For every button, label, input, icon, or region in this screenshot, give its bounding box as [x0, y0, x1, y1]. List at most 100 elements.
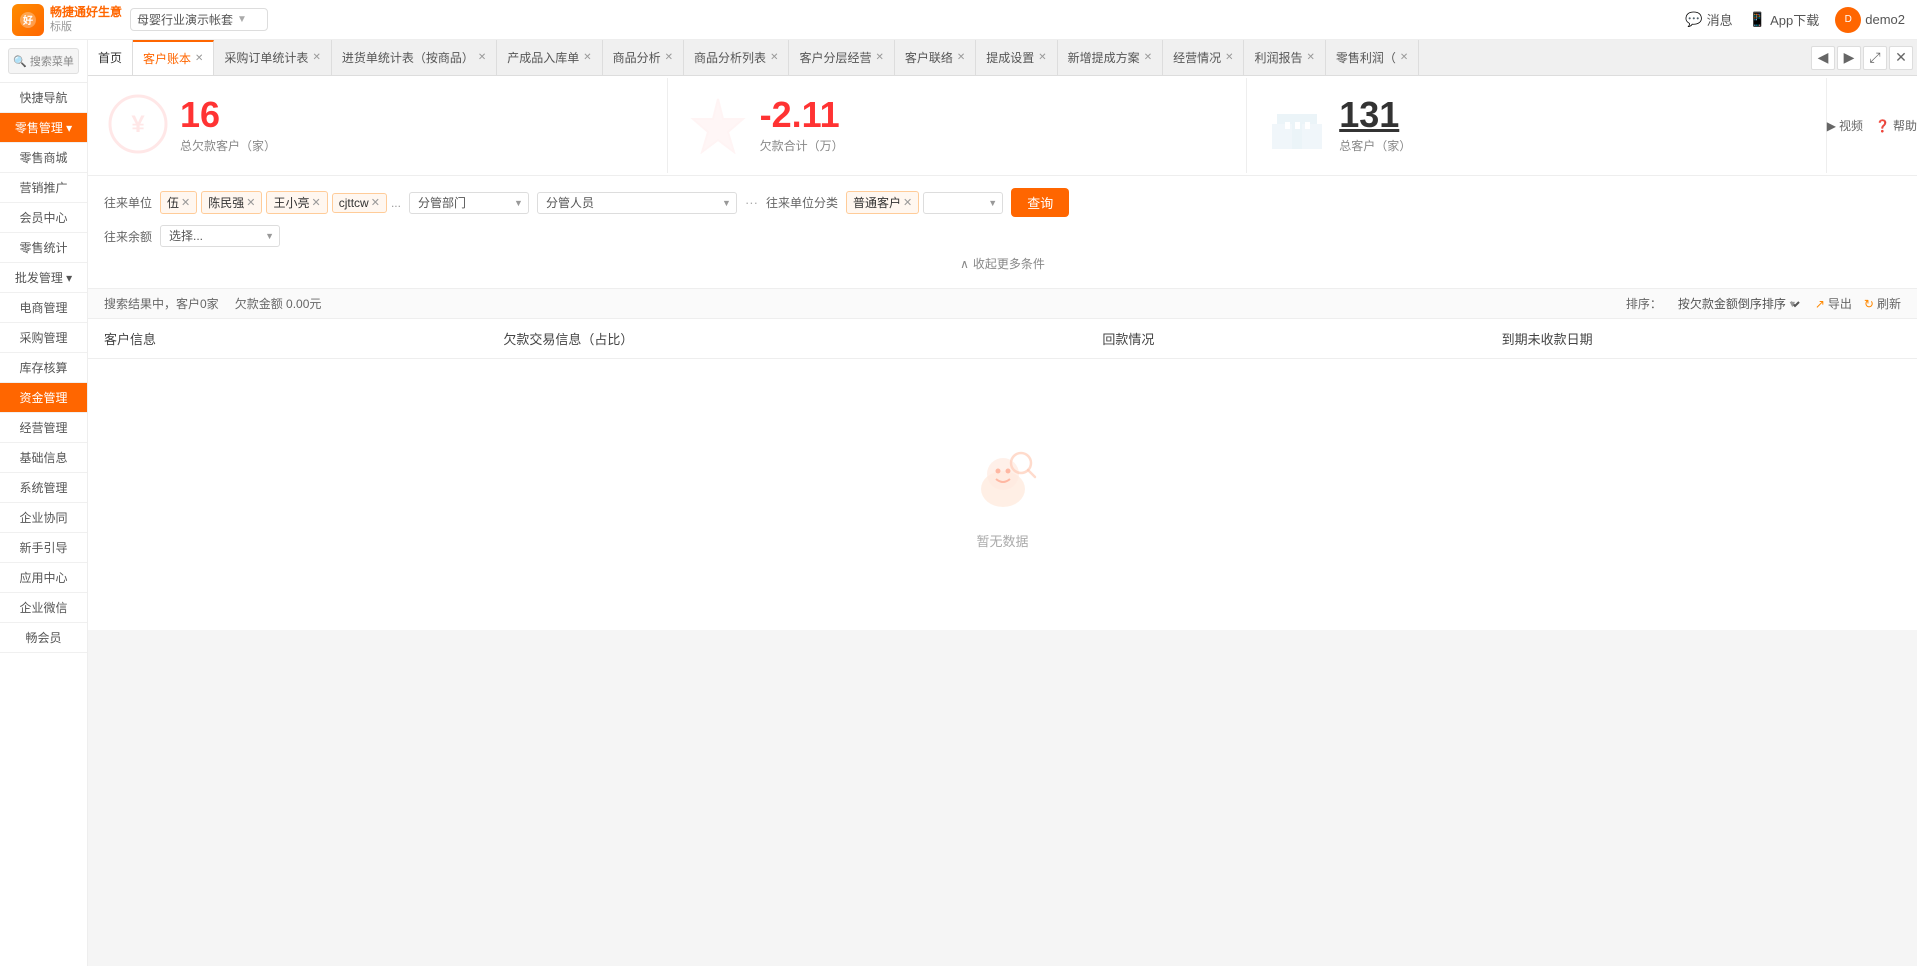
- dept-select-wrapper: 分管部门: [409, 192, 529, 214]
- collapse-button[interactable]: ∧ 收起更多条件: [960, 255, 1045, 272]
- tab-close-icon[interactable]: ✕: [957, 52, 965, 63]
- tab-purchase-order[interactable]: 采购订单统计表 ✕: [214, 40, 331, 76]
- remove-tag-wu[interactable]: ✕: [181, 196, 190, 209]
- tab-close-icon[interactable]: ✕: [1307, 52, 1315, 63]
- person-select[interactable]: 分管人员: [537, 192, 737, 214]
- export-button[interactable]: ↗ 导出: [1815, 295, 1852, 312]
- tab-maximize[interactable]: ⤢: [1863, 46, 1887, 70]
- filter-tag-wangxiaoliang[interactable]: 王小亮 ✕: [266, 191, 327, 214]
- tab-customer-tier[interactable]: 客户分层经营 ✕: [789, 40, 894, 76]
- sidebar-item-finance[interactable]: 资金管理: [0, 383, 87, 413]
- filter-tag-cjttcw[interactable]: cjttcw ✕: [332, 193, 387, 213]
- tab-scroll-left[interactable]: ◀: [1811, 46, 1835, 70]
- sidebar-item-ecommerce[interactable]: 电商管理: [0, 293, 87, 323]
- filter-row-2: 往来余额 选择...: [104, 225, 1901, 247]
- tab-add-commission[interactable]: 新增提成方案 ✕: [1058, 40, 1163, 76]
- filter-more-tags[interactable]: ...: [391, 196, 401, 210]
- person-select-wrapper: 分管人员: [537, 192, 737, 214]
- nav-tabs: 首页 客户账本 ✕ 采购订单统计表 ✕ 进货单统计表（按商品） ✕ 产成品入库单…: [88, 40, 1917, 76]
- sidebar-item-enterprise-wechat[interactable]: 企业微信: [0, 593, 87, 623]
- unit-class-select-wrapper: [923, 192, 1003, 214]
- top-bar: 好 畅捷通好生意 标版 母婴行业演示帐套 ▼ 💬 消息 📱 App下载 D de…: [0, 0, 1917, 40]
- sidebar-item-app-center[interactable]: 应用中心: [0, 563, 87, 593]
- balance-select-wrapper: 选择...: [160, 225, 280, 247]
- svg-text:好: 好: [22, 14, 33, 27]
- tab-close-icon[interactable]: ✕: [1225, 52, 1233, 63]
- tab-close-icon[interactable]: ✕: [312, 52, 320, 63]
- remove-tag-chenminqiang[interactable]: ✕: [246, 196, 255, 209]
- tab-close-all[interactable]: ✕: [1889, 46, 1913, 70]
- filter-tag-normal-customer[interactable]: 普通客户 ✕: [846, 191, 919, 214]
- sidebar-item-system[interactable]: 系统管理: [0, 473, 87, 503]
- refresh-button[interactable]: ↻ 刷新: [1864, 295, 1901, 312]
- tab-operations[interactable]: 经营情况 ✕: [1163, 40, 1244, 76]
- person-select-more[interactable]: ···: [745, 195, 758, 210]
- dept-select[interactable]: 分管部门: [409, 192, 529, 214]
- remove-tag-cjttcw[interactable]: ✕: [371, 196, 380, 209]
- tab-product-analysis-list[interactable]: 商品分析列表 ✕: [684, 40, 789, 76]
- tab-production-receipt[interactable]: 产成品入库单 ✕: [497, 40, 602, 76]
- sidebar-item-operations-mgmt[interactable]: 经营管理: [0, 413, 87, 443]
- filter-area: 往来单位 伍 ✕ 陈民强 ✕ 王小亮 ✕ cjttcw ✕ ...: [88, 176, 1917, 289]
- remove-tag-normal-customer[interactable]: ✕: [903, 196, 912, 209]
- help-button[interactable]: ❓ 帮助: [1875, 117, 1917, 134]
- search-menu-button[interactable]: 🔍 搜索菜单: [8, 48, 79, 74]
- unit-class-select[interactable]: [923, 192, 1003, 214]
- stat-total-debt-amount: -2.11 欠款合计（万）: [668, 78, 1248, 173]
- nav-tabs-actions: ◀ ▶ ⤢ ✕: [1811, 46, 1917, 70]
- tab-close-icon[interactable]: ✕: [1400, 52, 1408, 63]
- tab-close-icon[interactable]: ✕: [478, 52, 486, 63]
- stat-text-debt-amount: -2.11 欠款合计（万）: [760, 97, 844, 154]
- tab-profit-report[interactable]: 利润报告 ✕: [1244, 40, 1325, 76]
- sidebar-item-newbie-guide[interactable]: 新手引导: [0, 533, 87, 563]
- sidebar-item-purchase[interactable]: 采购管理: [0, 323, 87, 353]
- tab-customer-ledger[interactable]: 客户账本 ✕: [133, 40, 214, 76]
- tab-scroll-right[interactable]: ▶: [1837, 46, 1861, 70]
- sidebar-item-inventory[interactable]: 库存核算: [0, 353, 87, 383]
- results-actions: 排序： 按欠款金额倒序排序 ↗ 导出 ↻ 刷新: [1626, 295, 1901, 312]
- sidebar-quick-nav[interactable]: 快捷导航: [0, 83, 87, 113]
- tab-close-icon[interactable]: ✕: [1144, 52, 1152, 63]
- tab-retail-profit[interactable]: 零售利润（ ✕: [1326, 40, 1419, 76]
- message-button[interactable]: 💬 消息: [1685, 10, 1732, 29]
- sidebar-item-basic-info[interactable]: 基础信息: [0, 443, 87, 473]
- tab-inventory-stats[interactable]: 进货单统计表（按商品） ✕: [332, 40, 497, 76]
- sidebar-item-wholesale[interactable]: 批发管理 ▾: [0, 263, 87, 293]
- sort-select[interactable]: 按欠款金额倒序排序: [1674, 296, 1803, 312]
- app-download-button[interactable]: 📱 App下载: [1749, 10, 1820, 29]
- tab-commission-settings[interactable]: 提成设置 ✕: [976, 40, 1057, 76]
- tab-close-icon[interactable]: ✕: [195, 53, 203, 64]
- tab-close-icon[interactable]: ✕: [583, 52, 591, 63]
- filter-row-1: 往来单位 伍 ✕ 陈民强 ✕ 王小亮 ✕ cjttcw ✕ ...: [104, 188, 1901, 217]
- tab-close-icon[interactable]: ✕: [770, 52, 778, 63]
- balance-select[interactable]: 选择...: [160, 225, 280, 247]
- sidebar-item-chang-member[interactable]: 畅会员: [0, 623, 87, 653]
- tab-close-icon[interactable]: ✕: [1038, 52, 1046, 63]
- sidebar-item-retail-management[interactable]: 零售管理 ▾: [0, 113, 87, 143]
- industry-select[interactable]: 母婴行业演示帐套 ▼: [130, 8, 268, 31]
- tab-close-icon[interactable]: ✕: [665, 52, 673, 63]
- video-button[interactable]: ▶ 视频: [1827, 117, 1863, 134]
- stat-total-debt-customers: ¥ 16 总欠款客户（家）: [88, 78, 668, 173]
- filter-tag-chenminqiang[interactable]: 陈民强 ✕: [201, 191, 262, 214]
- user-menu[interactable]: D demo2: [1835, 7, 1905, 33]
- tab-home[interactable]: 首页: [88, 40, 133, 76]
- tab-product-analysis[interactable]: 商品分析 ✕: [603, 40, 684, 76]
- search-icon: 🔍: [13, 56, 30, 68]
- remove-tag-wangxiaoliang[interactable]: ✕: [312, 196, 321, 209]
- sidebar-item-retail-stats[interactable]: 零售统计: [0, 233, 87, 263]
- sidebar-item-marketing[interactable]: 营销推广: [0, 173, 87, 203]
- tab-close-icon[interactable]: ✕: [875, 52, 883, 63]
- sidebar-item-member-center[interactable]: 会员中心: [0, 203, 87, 233]
- logo-text: 畅捷通好生意 标版: [50, 5, 122, 35]
- stat-icon-cross: [688, 94, 748, 157]
- stat-icon-building: [1267, 94, 1327, 157]
- filter-tag-wu[interactable]: 伍 ✕: [160, 191, 197, 214]
- query-button[interactable]: 查询: [1011, 188, 1069, 217]
- sidebar: 🔍 搜索菜单 快捷导航 零售管理 ▾ 零售商城 营销推广 会员中心 零售统计 批…: [0, 40, 88, 966]
- sidebar-item-retail-mall[interactable]: 零售商城: [0, 143, 87, 173]
- col-overdue-date: 到期未收款日期: [1502, 329, 1901, 348]
- tab-customer-contact[interactable]: 客户联络 ✕: [895, 40, 976, 76]
- sidebar-item-enterprise-collab[interactable]: 企业协同: [0, 503, 87, 533]
- empty-illustration: [963, 439, 1043, 519]
